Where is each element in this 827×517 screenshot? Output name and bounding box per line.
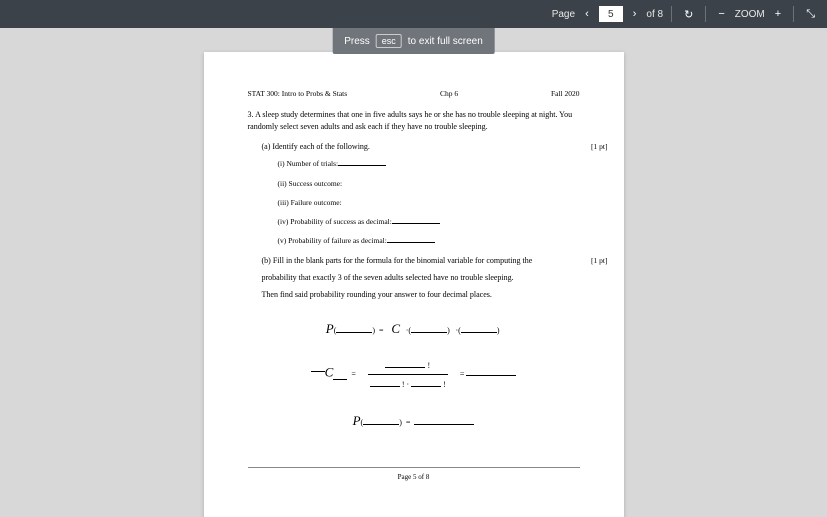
- formula-2: C = ! ! · ! =: [248, 356, 580, 393]
- part-b-line1: Fill in the blank parts for the formula …: [273, 256, 533, 265]
- part-a-label: (a): [262, 142, 271, 151]
- pdf-toolbar: Page ‹ › of 8 ↻ − ZOOM + ⤡: [0, 0, 827, 28]
- formula-1: P() = C ·() ·(): [248, 319, 580, 339]
- part-a-points: [1 pt]: [591, 141, 607, 152]
- item-iv: (iv) Probability of success as decimal:: [248, 216, 580, 227]
- esc-key: esc: [376, 34, 402, 48]
- item-i: (i) Number of trials:: [248, 158, 580, 169]
- zoom-in-button[interactable]: +: [771, 6, 785, 22]
- q3-text: A sleep study determines that one in fiv…: [248, 110, 573, 131]
- page-number-input[interactable]: [599, 6, 623, 22]
- question-3: 3. A sleep study determines that one in …: [248, 109, 580, 133]
- hint-press: Press: [344, 36, 370, 47]
- separator: [705, 6, 706, 22]
- part-b-line2: probability that exactly 3 of the seven …: [248, 272, 580, 284]
- q3-number: 3.: [248, 110, 254, 119]
- fullscreen-hint: Press esc to exit full screen: [332, 28, 495, 54]
- zoom-label: ZOOM: [735, 9, 765, 20]
- page-header: STAT 300: Intro to Probs & Stats Chp 6 F…: [248, 88, 580, 99]
- blank-field: [392, 217, 440, 224]
- item-ii: (ii) Success outcome:: [248, 178, 580, 189]
- zoom-out-button[interactable]: −: [714, 6, 728, 22]
- page-footer: Page 5 of 8: [248, 461, 580, 483]
- part-a-text: Identify each of the following.: [272, 142, 370, 151]
- item-v: (v) Probability of failure as decimal:: [248, 235, 580, 246]
- document-viewport[interactable]: STAT 300: Intro to Probs & Stats Chp 6 F…: [0, 28, 827, 517]
- reload-icon[interactable]: ↻: [680, 6, 697, 23]
- next-page-button[interactable]: ›: [629, 6, 641, 22]
- document-page: STAT 300: Intro to Probs & Stats Chp 6 F…: [204, 52, 624, 517]
- separator: [671, 6, 672, 22]
- term-label: Fall 2020: [551, 88, 580, 99]
- hint-rest: to exit full screen: [408, 36, 483, 47]
- blank-field: [338, 159, 386, 166]
- blank-field: [387, 236, 435, 243]
- course-title: STAT 300: Intro to Probs & Stats: [248, 88, 348, 99]
- part-b-line3: Then find said probability rounding your…: [248, 289, 580, 301]
- part-b-label: (b): [262, 256, 271, 265]
- page-label: Page: [552, 9, 575, 20]
- formula-3: P() =: [248, 411, 580, 431]
- page-total: of 8: [646, 9, 663, 20]
- part-b: (b) Fill in the blank parts for the form…: [248, 255, 580, 267]
- chapter-label: Chp 6: [440, 88, 458, 99]
- part-b-points: [1 pt]: [591, 255, 607, 266]
- prev-page-button[interactable]: ‹: [581, 6, 593, 22]
- exit-fullscreen-icon[interactable]: ⤡: [802, 6, 819, 23]
- footer-text: Page 5 of 8: [398, 473, 430, 481]
- part-a: (a) Identify each of the following. [1 p…: [248, 141, 580, 153]
- separator: [793, 6, 794, 22]
- item-iii: (iii) Failure outcome:: [248, 197, 580, 208]
